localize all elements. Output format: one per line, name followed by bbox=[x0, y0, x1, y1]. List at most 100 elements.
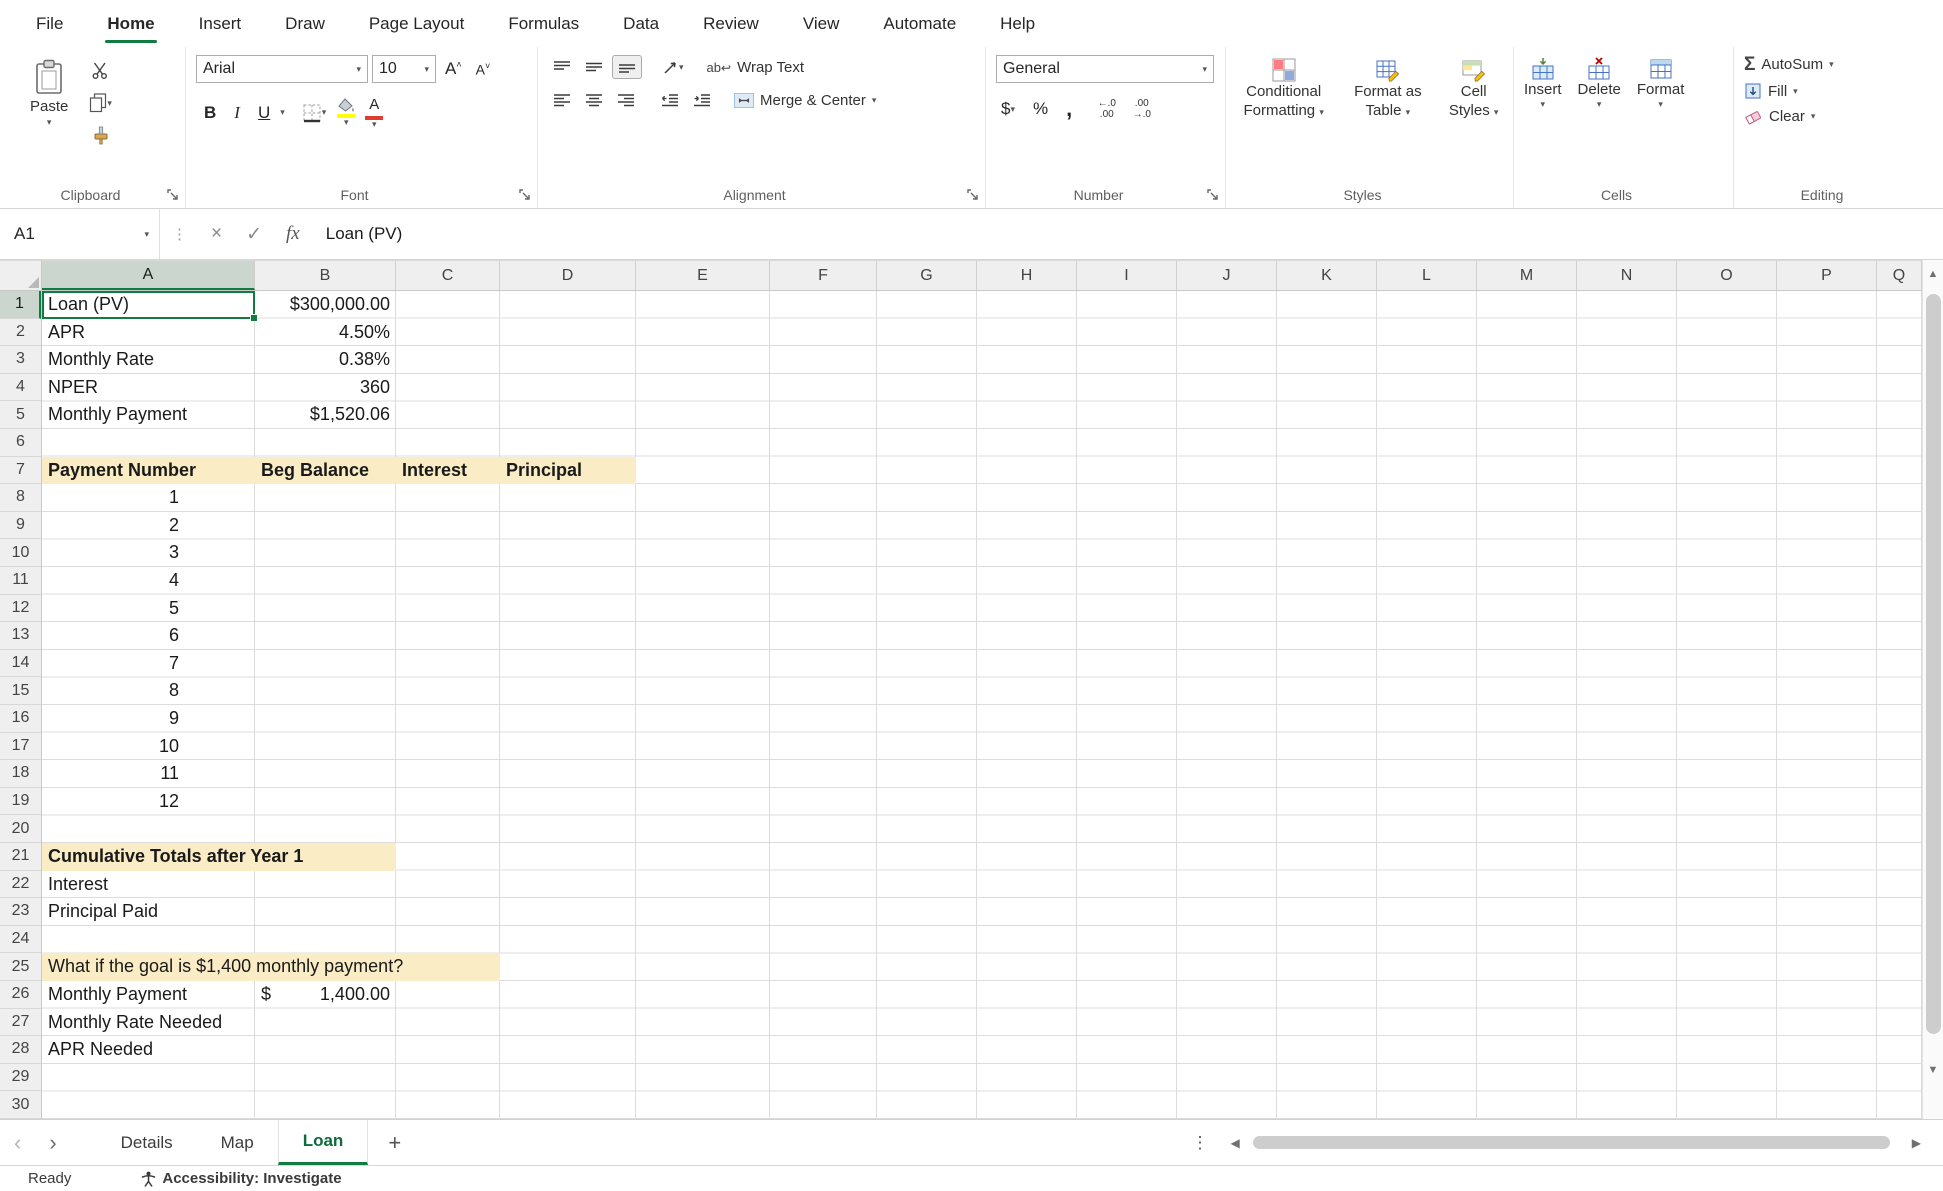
row-header-26[interactable]: 26 bbox=[0, 981, 41, 1009]
row-header-10[interactable]: 10 bbox=[0, 539, 41, 567]
horizontal-scrollbar[interactable] bbox=[1248, 1135, 1904, 1150]
decrease-indent-button[interactable] bbox=[656, 89, 684, 112]
currency-format-button[interactable]: $ ▾ bbox=[996, 95, 1020, 123]
row-header-16[interactable]: 16 bbox=[0, 705, 41, 733]
vertical-scroll-thumb[interactable] bbox=[1926, 294, 1941, 1034]
formula-input[interactable]: Loan (PV) bbox=[312, 224, 1943, 244]
alignment-dialog-launcher-icon[interactable] bbox=[966, 188, 979, 201]
format-cells-button[interactable]: Format ▾ bbox=[1637, 57, 1684, 109]
row-header-4[interactable]: 4 bbox=[0, 374, 41, 402]
accessibility-status[interactable]: Accessibility: Investigate bbox=[141, 1170, 342, 1187]
cut-button[interactable] bbox=[84, 57, 117, 84]
row-header-3[interactable]: 3 bbox=[0, 346, 41, 374]
cell-A3[interactable]: Monthly Rate bbox=[42, 346, 255, 374]
column-header-P[interactable]: P bbox=[1777, 261, 1877, 290]
cell-A27[interactable]: Monthly Rate Needed bbox=[42, 1009, 255, 1037]
prev-sheet-icon[interactable]: ‹ bbox=[0, 1131, 35, 1154]
merge-center-button[interactable]: Merge & Center ▾ bbox=[734, 92, 876, 109]
row-header-30[interactable]: 30 bbox=[0, 1091, 41, 1119]
row-header-20[interactable]: 20 bbox=[0, 815, 41, 843]
row-header-7[interactable]: 7 bbox=[0, 457, 41, 485]
increase-decimal-button[interactable]: ←.0 .00 bbox=[1093, 98, 1120, 120]
horizontal-scroll-thumb[interactable] bbox=[1252, 1136, 1890, 1149]
select-all-corner[interactable] bbox=[0, 260, 42, 291]
insert-function-icon[interactable]: fx bbox=[274, 223, 312, 245]
row-header-25[interactable]: 25 bbox=[0, 953, 41, 981]
borders-button[interactable]: ▾ bbox=[297, 99, 332, 127]
column-header-N[interactable]: N bbox=[1577, 261, 1677, 290]
number-format-combobox[interactable]: General ▾ bbox=[996, 55, 1214, 83]
enter-icon[interactable]: ✓ bbox=[234, 223, 274, 246]
orientation-button[interactable]: ▾ bbox=[658, 55, 689, 79]
column-header-M[interactable]: M bbox=[1477, 261, 1577, 290]
column-header-L[interactable]: L bbox=[1377, 261, 1477, 290]
cell-A21[interactable]: Cumulative Totals after Year 1 bbox=[42, 843, 396, 871]
menu-file[interactable]: File bbox=[36, 0, 63, 47]
row-header-18[interactable]: 18 bbox=[0, 760, 41, 788]
cell-A26[interactable]: Monthly Payment bbox=[42, 981, 255, 1009]
align-right-button[interactable] bbox=[612, 89, 640, 112]
cell-A18[interactable]: 11 bbox=[42, 760, 255, 788]
column-header-H[interactable]: H bbox=[977, 261, 1077, 290]
middle-align-button[interactable] bbox=[580, 56, 608, 78]
sheet-tab-loan[interactable]: Loan bbox=[277, 1120, 369, 1165]
row-header-23[interactable]: 23 bbox=[0, 898, 41, 926]
cell-B5[interactable]: $1,520.06 bbox=[255, 401, 396, 429]
column-header-A[interactable]: A bbox=[42, 261, 255, 290]
font-name-combobox[interactable]: Arial ▾ bbox=[196, 55, 368, 83]
font-color-button[interactable]: A ▾ bbox=[361, 95, 387, 131]
fill-handle[interactable] bbox=[250, 313, 258, 322]
italic-button[interactable]: I bbox=[226, 101, 248, 125]
menu-automate[interactable]: Automate bbox=[883, 0, 956, 47]
row-header-5[interactable]: 5 bbox=[0, 401, 41, 429]
formula-bar-kebab-icon[interactable]: ⋮ bbox=[160, 225, 199, 243]
cell-A5[interactable]: Monthly Payment bbox=[42, 401, 255, 429]
row-header-29[interactable]: 29 bbox=[0, 1064, 41, 1092]
top-align-button[interactable] bbox=[548, 56, 576, 78]
copy-button[interactable]: ▾ bbox=[84, 89, 117, 117]
bold-button[interactable]: B bbox=[196, 101, 224, 125]
cell-A8[interactable]: 1 bbox=[42, 484, 255, 512]
column-header-D[interactable]: D bbox=[500, 261, 636, 290]
increase-font-size-button[interactable]: A˄ bbox=[440, 55, 467, 83]
column-header-Q[interactable]: Q bbox=[1877, 261, 1922, 290]
column-header-I[interactable]: I bbox=[1077, 261, 1177, 290]
percent-format-button[interactable]: % bbox=[1028, 95, 1053, 123]
add-sheet-button[interactable]: + bbox=[368, 1130, 421, 1156]
row-header-22[interactable]: 22 bbox=[0, 871, 41, 899]
row-header-27[interactable]: 27 bbox=[0, 1009, 41, 1037]
column-header-G[interactable]: G bbox=[877, 261, 977, 290]
cell-A22[interactable]: Interest bbox=[42, 871, 255, 899]
cell-C7[interactable]: Interest bbox=[396, 456, 500, 485]
scroll-right-icon[interactable]: ▶ bbox=[1904, 1136, 1929, 1150]
cancel-icon[interactable]: × bbox=[199, 223, 234, 245]
cell-A16[interactable]: 9 bbox=[42, 705, 255, 733]
sheet-tab-map[interactable]: Map bbox=[197, 1120, 278, 1165]
underline-dropdown-icon[interactable]: ▾ bbox=[280, 108, 285, 117]
cell-A19[interactable]: 12 bbox=[42, 788, 255, 816]
align-left-button[interactable] bbox=[548, 89, 576, 112]
menu-view[interactable]: View bbox=[803, 0, 840, 47]
row-header-21[interactable]: 21 bbox=[0, 843, 41, 871]
cell-B7[interactable]: Beg Balance bbox=[255, 456, 396, 485]
font-size-combobox[interactable]: 10 ▾ bbox=[372, 55, 436, 83]
fill-button[interactable]: Fill ▾ bbox=[1744, 82, 1914, 100]
column-header-C[interactable]: C bbox=[396, 261, 500, 290]
cell-A17[interactable]: 10 bbox=[42, 733, 255, 761]
cell-B26[interactable]: $1,400.00 bbox=[255, 981, 396, 1009]
clear-button[interactable]: Clear ▾ bbox=[1744, 108, 1914, 125]
cell-B3[interactable]: 0.38% bbox=[255, 346, 396, 374]
menu-review[interactable]: Review bbox=[703, 0, 759, 47]
format-as-table-button[interactable]: Format as Table ▾ bbox=[1349, 57, 1426, 121]
autosum-button[interactable]: Σ AutoSum ▾ bbox=[1744, 55, 1914, 74]
cell-A15[interactable]: 8 bbox=[42, 677, 255, 705]
row-header-11[interactable]: 11 bbox=[0, 567, 41, 595]
cell-A10[interactable]: 3 bbox=[42, 539, 255, 567]
insert-cells-button[interactable]: Insert ▾ bbox=[1524, 57, 1562, 109]
cell-B4[interactable]: 360 bbox=[255, 374, 396, 402]
sheet-options-kebab-icon[interactable]: ⋮ bbox=[1178, 1133, 1223, 1153]
cell-A14[interactable]: 7 bbox=[42, 650, 255, 678]
grid-cells[interactable]: Loan (PV) $300,000.00 APR 4.50% Monthly Rate… bbox=[42, 291, 1922, 1120]
cell-A28[interactable]: APR Needed bbox=[42, 1036, 255, 1064]
cell-A1[interactable]: Loan (PV) bbox=[42, 291, 255, 319]
